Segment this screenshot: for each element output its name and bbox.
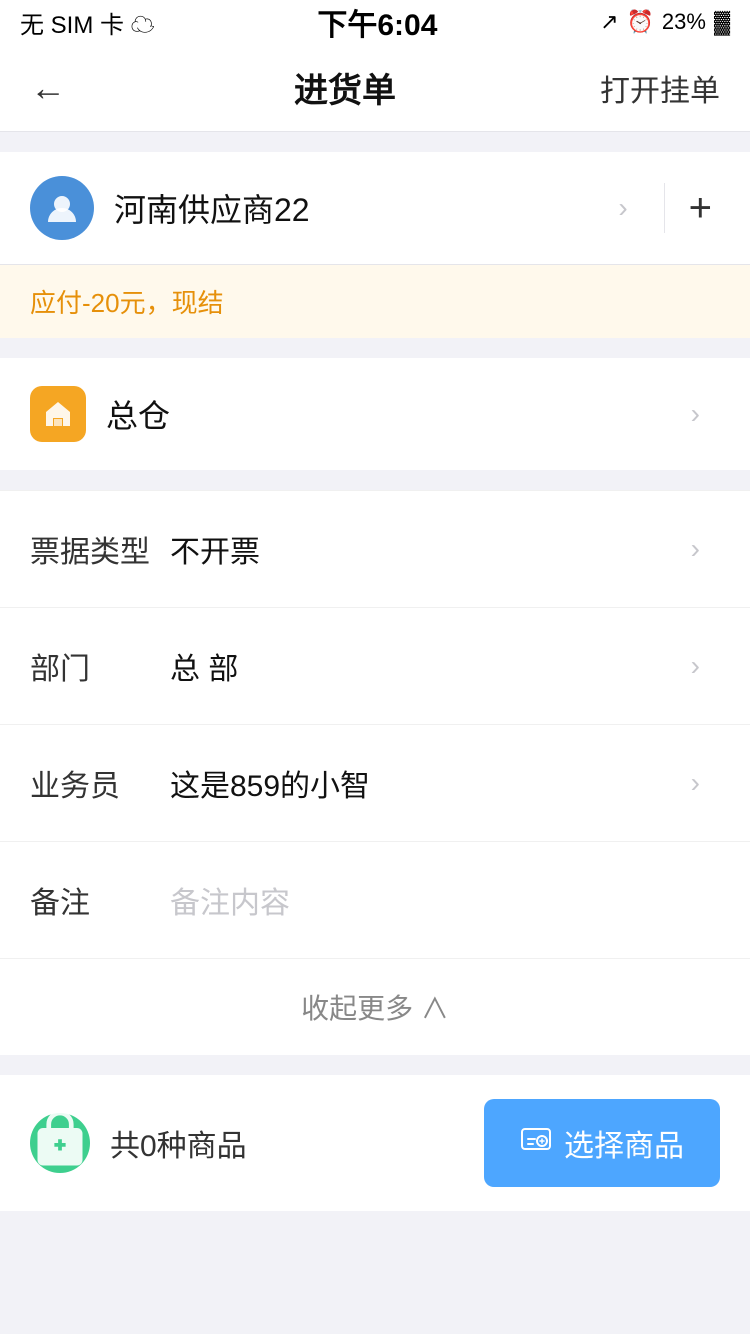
- warehouse-chevron-icon: ›: [691, 398, 700, 430]
- supplier-chevron-icon: ›: [618, 192, 627, 224]
- collapse-label: 收起更多 ∧: [301, 987, 449, 1027]
- form-row-salesperson[interactable]: 业务员 这是859的小智 ›: [0, 724, 750, 841]
- select-product-icon: [520, 1123, 552, 1163]
- supplier-row[interactable]: 河南供应商22 › +: [0, 152, 750, 265]
- form-row-department[interactable]: 部门 总 部 ›: [0, 607, 750, 724]
- remark-label: 备注: [30, 878, 170, 922]
- divider: [664, 183, 665, 233]
- nav-bar: ← 进货单 打开挂单: [0, 44, 750, 132]
- salesperson-chevron-icon: ›: [691, 767, 700, 799]
- form-row-remark[interactable]: 备注 备注内容: [0, 841, 750, 958]
- product-icon: [30, 1113, 90, 1173]
- status-time: 下午6:04: [317, 0, 437, 44]
- page-title: 进货单: [294, 63, 396, 112]
- battery-icon: ▓: [714, 9, 730, 35]
- invoice-label: 票据类型: [30, 527, 170, 571]
- salesperson-label: 业务员: [30, 761, 170, 805]
- warehouse-name: 总仓: [106, 391, 691, 437]
- supplier-avatar: [30, 176, 94, 240]
- supplier-section: 河南供应商22 › + 应付-20元，现结: [0, 152, 750, 338]
- status-left: 无 SIM 卡 ☁: [20, 5, 155, 40]
- battery-level: 23%: [662, 9, 706, 35]
- location-icon: ↗: [600, 9, 618, 35]
- network-status: 无 SIM 卡 ☁: [20, 5, 155, 40]
- warehouse-section[interactable]: 总仓 ›: [0, 358, 750, 470]
- remark-input[interactable]: 备注内容: [170, 878, 720, 922]
- alarm-icon: ⏰: [627, 9, 654, 35]
- salesperson-value: 这是859的小智: [170, 761, 691, 805]
- warehouse-row[interactable]: 总仓 ›: [0, 358, 750, 470]
- status-bar: 无 SIM 卡 ☁ 下午6:04 ↗ ⏰ 23% ▓: [0, 0, 750, 44]
- department-value: 总 部: [170, 644, 691, 688]
- product-count-label: 共0种商品: [110, 1121, 484, 1165]
- select-product-label: 选择商品: [564, 1121, 684, 1165]
- invoice-chevron-icon: ›: [691, 533, 700, 565]
- form-section: 票据类型 不开票 › 部门 总 部 › 业务员 这是859的小智 › 备注 备注…: [0, 490, 750, 1055]
- collapse-button[interactable]: 收起更多 ∧: [0, 958, 750, 1055]
- notice-bar: 应付-20元，现结: [0, 265, 750, 338]
- invoice-value: 不开票: [170, 527, 691, 571]
- section-gap-2: [0, 338, 750, 358]
- warehouse-icon: [30, 386, 86, 442]
- section-gap-1: [0, 132, 750, 152]
- supplier-name: 河南供应商22: [114, 185, 618, 231]
- product-section: 共0种商品 选择商品: [0, 1075, 750, 1211]
- back-button[interactable]: ←: [30, 67, 90, 109]
- add-supplier-button[interactable]: +: [681, 186, 720, 231]
- department-label: 部门: [30, 644, 170, 688]
- form-row-invoice[interactable]: 票据类型 不开票 ›: [0, 490, 750, 607]
- open-pending-button[interactable]: 打开挂单: [600, 66, 720, 110]
- section-gap-3: [0, 470, 750, 490]
- department-chevron-icon: ›: [691, 650, 700, 682]
- status-right: ↗ ⏰ 23% ▓: [600, 9, 730, 35]
- select-product-button[interactable]: 选择商品: [484, 1099, 720, 1187]
- notice-text: 应付-20元，现结: [30, 288, 224, 318]
